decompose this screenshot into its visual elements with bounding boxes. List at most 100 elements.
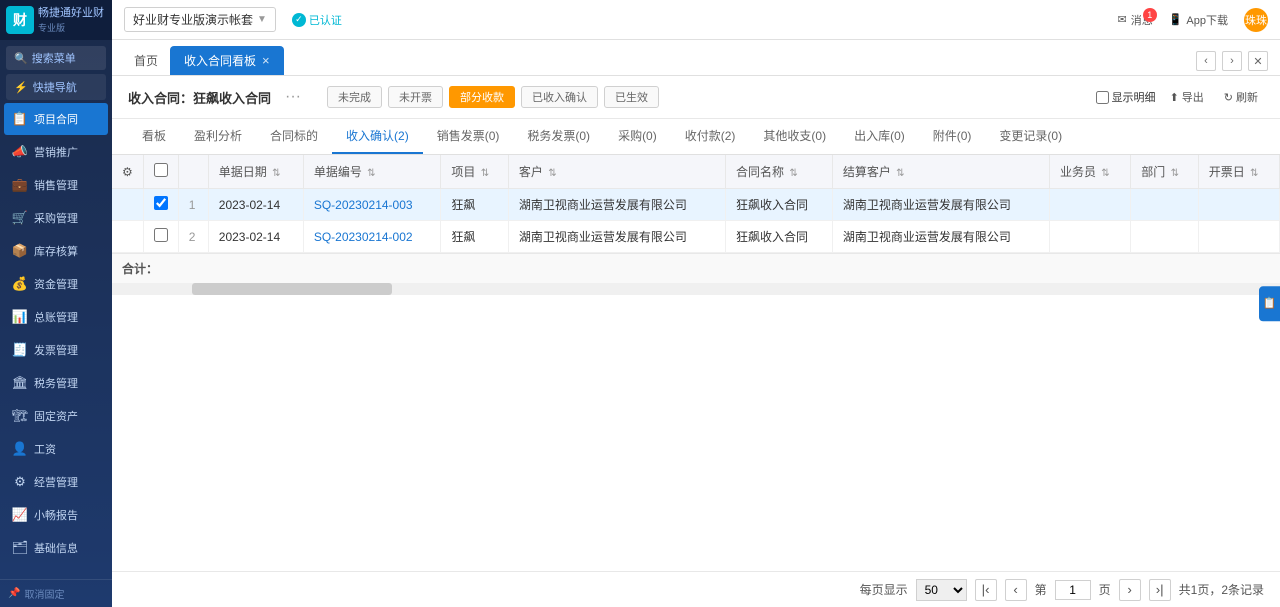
close-tab-button[interactable]: ✕: [1248, 51, 1268, 71]
table-area: ⚙ 单据日期 ⇅ 单据编号 ⇅ 项目: [112, 155, 1280, 571]
sidebar-item-marketing[interactable]: 📣 营销推广: [4, 136, 108, 168]
sidebar-item-tax[interactable]: 🏛 税务管理: [4, 367, 108, 399]
user-avatar-button[interactable]: 珠珠: [1244, 8, 1268, 32]
scroll-thumb[interactable]: [192, 283, 392, 295]
select-all-checkbox[interactable]: [154, 163, 168, 177]
sidebar-item-label: 总账管理: [34, 309, 78, 325]
quick-nav-button[interactable]: ⚡ 快捷导航: [6, 74, 106, 100]
tab-in-out[interactable]: 出入库(0): [840, 119, 919, 154]
cell-code[interactable]: SQ-20230214-002: [303, 221, 441, 253]
tab-sales-invoice[interactable]: 销售发票(0): [423, 119, 514, 154]
tab-attachment[interactable]: 附件(0): [919, 119, 986, 154]
sidebar-item-fixed[interactable]: 🏗 固定资产: [4, 400, 108, 432]
sort-dept-icon[interactable]: ⇅: [1171, 168, 1179, 179]
prev-page-button[interactable]: ‹: [1005, 579, 1027, 601]
export-button[interactable]: ⬆ 导出: [1164, 87, 1210, 107]
cell-code[interactable]: SQ-20230214-003: [303, 189, 441, 221]
tab-purchase[interactable]: 采购(0): [604, 119, 671, 154]
sort-settled-icon[interactable]: ⇅: [896, 168, 904, 179]
horizontal-scrollbar[interactable]: [112, 283, 1280, 295]
status-btn-effective[interactable]: 已生效: [604, 86, 659, 108]
sidebar-item-basic[interactable]: 🗂 基础信息: [4, 532, 108, 564]
company-selector[interactable]: 好业财专业版演示帐套 ▼: [124, 7, 276, 32]
refresh-button[interactable]: ↻ 刷新: [1218, 87, 1264, 107]
sidebar-item-hr[interactable]: 👤 工资: [4, 433, 108, 465]
last-page-button[interactable]: ›|: [1149, 579, 1171, 601]
tab-bar: 首页 收入合同看板 × ‹ › ✕: [112, 40, 1280, 76]
close-tab-icon[interactable]: ×: [262, 53, 270, 68]
cell-department: [1131, 189, 1198, 221]
row-checkbox[interactable]: [154, 228, 168, 242]
cell-settled: 湖南卫视商业运营发展有限公司: [832, 221, 1049, 253]
sidebar-item-inventory[interactable]: 📦 库存核算: [4, 235, 108, 267]
tab-payment[interactable]: 收付款(2): [671, 119, 750, 154]
sidebar-item-manage[interactable]: ⚙ 经营管理: [4, 466, 108, 498]
first-page-button[interactable]: |‹: [975, 579, 997, 601]
sidebar-item-invoice[interactable]: 🧾 发票管理: [4, 334, 108, 366]
status-btn-confirmed[interactable]: 已收入确认: [521, 86, 598, 108]
sidebar-item-report[interactable]: 📈 小畅报告: [4, 499, 108, 531]
sidebar-item-general[interactable]: 📊 总账管理: [4, 301, 108, 333]
table-row[interactable]: 1 2023-02-14 SQ-20230214-003 狂飙 湖南卫视商业运营…: [112, 189, 1280, 221]
page-number-input[interactable]: [1055, 580, 1091, 600]
table-row[interactable]: 2 2023-02-14 SQ-20230214-002 狂飙 湖南卫视商业运营…: [112, 221, 1280, 253]
main-area: 好业财专业版演示帐套 ▼ 已认证 ✉ 消息 1 📱 App下载 珠珠 首页 收入…: [112, 0, 1280, 607]
inventory-icon: 📦: [12, 243, 28, 259]
tab-contract-item[interactable]: 合同标的: [256, 119, 332, 154]
sort-salesman-icon[interactable]: ⇅: [1101, 168, 1109, 179]
status-btn-partial[interactable]: 部分收款: [449, 86, 515, 108]
sidebar-item-label: 采购管理: [34, 210, 78, 226]
header-right-actions: 显示明细 ⬆ 导出 ↻ 刷新: [1096, 87, 1264, 107]
tab-kanban[interactable]: 看板: [128, 119, 180, 154]
more-options-button[interactable]: ···: [281, 88, 305, 106]
total-count-label: 共1页，2条记录: [1179, 581, 1264, 598]
message-button[interactable]: ✉ 消息 1: [1118, 12, 1153, 28]
page-title: 收入合同：狂飙收入合同: [128, 88, 271, 107]
status-btn-incomplete[interactable]: 未完成: [327, 86, 382, 108]
refresh-icon: ↻: [1224, 91, 1233, 104]
status-btn-uninvoiced[interactable]: 未开票: [388, 86, 443, 108]
sort-customer-icon[interactable]: ⇅: [548, 168, 556, 179]
sidebar-item-finance[interactable]: 💰 资金管理: [4, 268, 108, 300]
doc-code-link[interactable]: SQ-20230214-002: [314, 230, 413, 244]
top-header: 好业财专业版演示帐套 ▼ 已认证 ✉ 消息 1 📱 App下载 珠珠: [112, 0, 1280, 40]
unpin-button[interactable]: 📌 取消固定: [0, 579, 112, 607]
prev-tab-button[interactable]: ‹: [1196, 51, 1216, 71]
show-detail-label[interactable]: 显示明细: [1096, 89, 1156, 105]
col-salesman-header: 业务员 ⇅: [1049, 155, 1130, 189]
cell-settled: 湖南卫视商业运营发展有限公司: [832, 189, 1049, 221]
app-download-button[interactable]: 📱 App下载: [1169, 12, 1228, 28]
tab-tax-invoice[interactable]: 税务发票(0): [513, 119, 604, 154]
per-page-select[interactable]: 50 20 100: [916, 579, 967, 601]
tab-change-log[interactable]: 变更记录(0): [985, 119, 1076, 154]
next-page-button[interactable]: ›: [1119, 579, 1141, 601]
active-page-tab[interactable]: 收入合同看板 ×: [170, 46, 284, 75]
tab-income-confirm[interactable]: 收入确认(2): [332, 119, 423, 154]
cell-check: [143, 221, 178, 253]
sort-contract-icon[interactable]: ⇅: [789, 168, 797, 179]
finance-icon: 💰: [12, 276, 28, 292]
sidebar-item-purchase[interactable]: 🛒 采购管理: [4, 202, 108, 234]
home-tab[interactable]: 首页: [124, 46, 168, 75]
export-icon: ⬆: [1170, 91, 1179, 104]
sort-opendate-icon[interactable]: ⇅: [1250, 168, 1258, 179]
tab-other-income[interactable]: 其他收支(0): [749, 119, 840, 154]
sort-date-icon[interactable]: ⇅: [272, 168, 280, 179]
doc-code-link[interactable]: SQ-20230214-003: [314, 198, 413, 212]
next-tab-button[interactable]: ›: [1222, 51, 1242, 71]
sidebar-item-sales[interactable]: 💼 销售管理: [4, 169, 108, 201]
search-menu-button[interactable]: 🔍 搜索菜单: [6, 46, 106, 70]
settings-icon[interactable]: ⚙: [122, 165, 133, 179]
show-detail-checkbox[interactable]: [1096, 91, 1109, 104]
tab-profit[interactable]: 盈利分析: [180, 119, 256, 154]
sidebar-logo: 财 畅捷通好业财 专业版: [0, 0, 112, 40]
sort-code-icon[interactable]: ⇅: [367, 168, 375, 179]
row-checkbox[interactable]: [154, 196, 168, 210]
col-contract-header: 合同名称 ⇅: [725, 155, 832, 189]
cell-date: 2023-02-14: [208, 221, 303, 253]
sidebar-item-project[interactable]: 📋 项目合同: [4, 103, 108, 135]
table-footer: 合计：: [112, 253, 1280, 283]
side-action-bar[interactable]: 📋: [1259, 286, 1280, 321]
pin-icon: 📌: [8, 588, 20, 599]
sort-project-icon[interactable]: ⇅: [481, 168, 489, 179]
